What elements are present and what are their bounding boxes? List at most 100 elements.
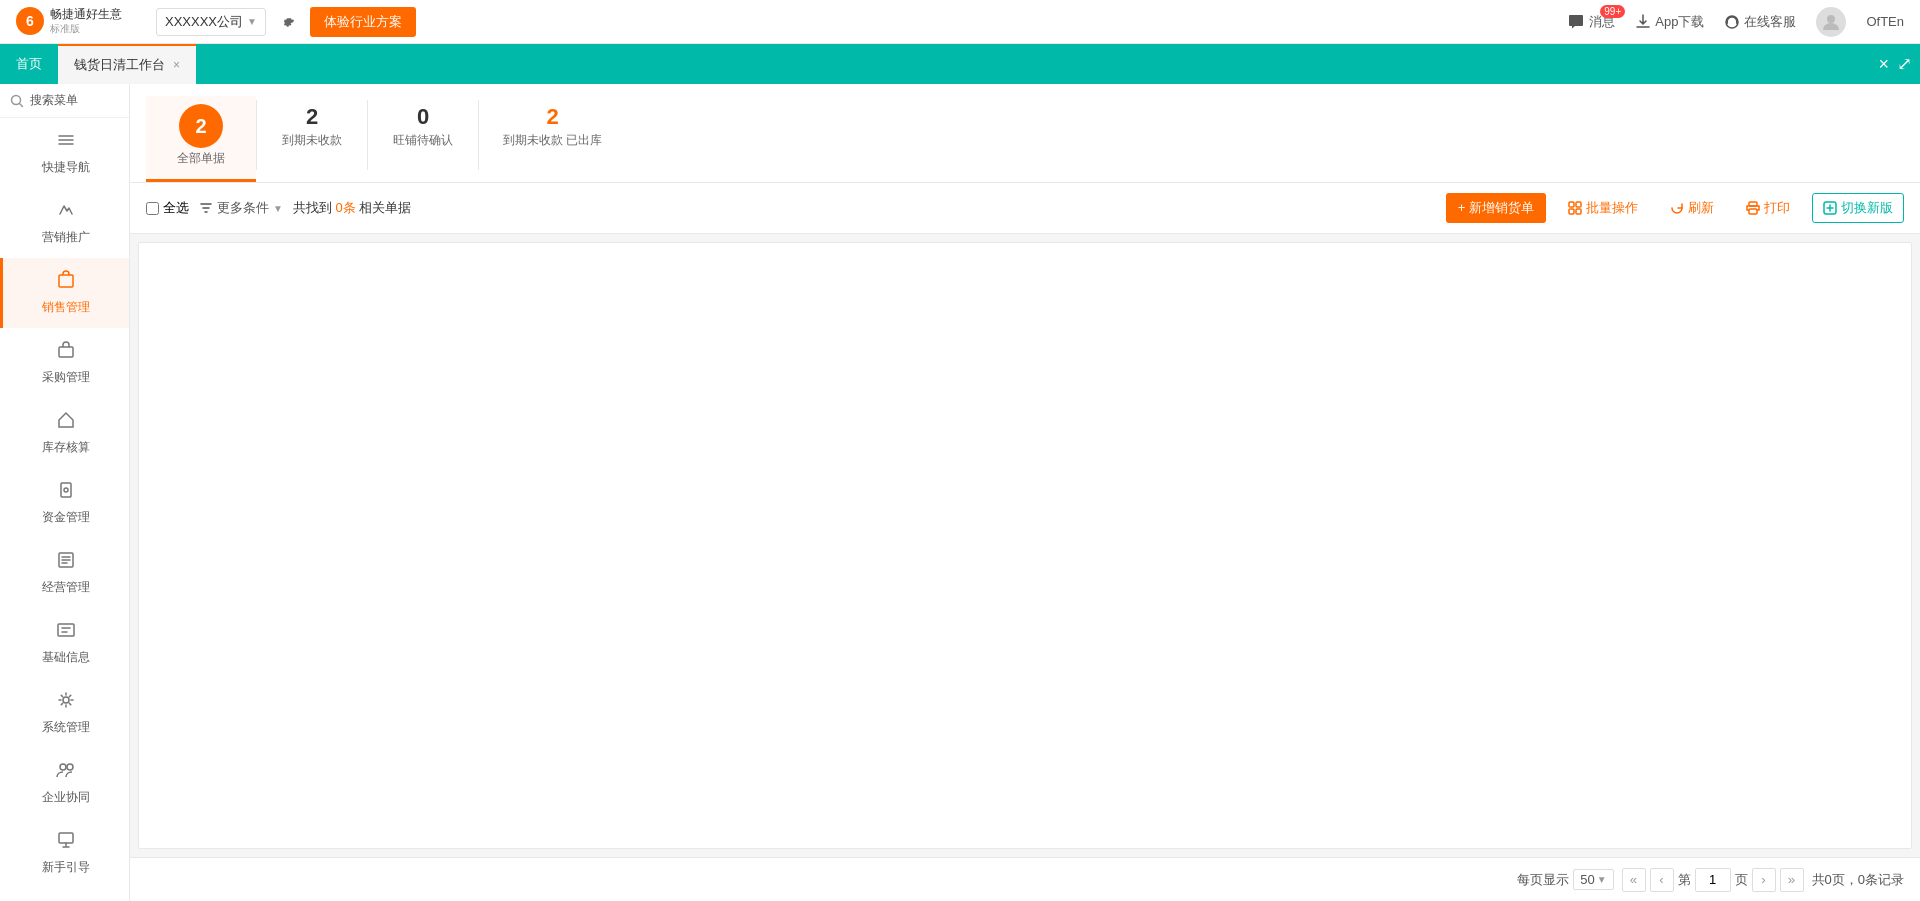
logo-name: 畅捷通好生意: [50, 7, 122, 21]
stat-tab-all[interactable]: 2 全部单据: [146, 96, 256, 182]
print-button[interactable]: 打印: [1736, 194, 1800, 222]
messages-button[interactable]: 消息 99+: [1567, 13, 1615, 31]
batch-icon: [1568, 201, 1582, 215]
stat-tab-wangpu[interactable]: 0 旺铺待确认: [368, 96, 478, 182]
filter-icon: [199, 201, 213, 215]
sidebar-item-app-center[interactable]: 应用中心: [0, 888, 129, 901]
header-right: 消息 99+ App下载 在线客服 OfTEn: [1567, 7, 1904, 37]
user-icon: [1822, 13, 1840, 31]
app-download-button[interactable]: App下载: [1635, 13, 1704, 31]
username-area[interactable]: OfTEn: [1866, 14, 1904, 29]
print-icon: [1746, 201, 1760, 215]
purchase-icon: [56, 340, 76, 365]
svg-rect-7: [61, 483, 71, 497]
svg-rect-20: [1576, 209, 1581, 214]
stat-num-all: 2: [195, 115, 206, 138]
stat-tab-overdue[interactable]: 2 到期未收款: [257, 96, 367, 182]
refresh-icon: [1670, 201, 1684, 215]
sidebar-item-guide[interactable]: 新手引导: [0, 818, 129, 888]
window-maximize-icon[interactable]: ⤢: [1897, 53, 1912, 75]
sidebar-item-purchase[interactable]: 采购管理: [0, 328, 129, 398]
marketing-icon: [56, 200, 76, 225]
stat-num-wangpu: 0: [417, 104, 429, 130]
company-name: XXXXXX公司: [165, 13, 243, 31]
headset-icon: [1724, 14, 1740, 30]
window-close-icon[interactable]: ×: [1878, 54, 1889, 75]
operations-icon: [56, 550, 76, 575]
per-page-label: 每页显示: [1517, 871, 1569, 889]
svg-rect-17: [1569, 202, 1574, 207]
switch-icon: [1823, 201, 1837, 215]
sidebar-item-base-info[interactable]: 基础信息: [0, 608, 129, 678]
settings-button[interactable]: [274, 8, 302, 36]
svg-point-12: [60, 764, 66, 770]
svg-rect-10: [58, 624, 74, 636]
gear-icon: [280, 14, 296, 30]
finance-icon: [56, 480, 76, 505]
sidebar-item-finance[interactable]: 资金管理: [0, 468, 129, 538]
company-selector[interactable]: XXXXXX公司 ▼: [156, 8, 266, 36]
tab-home[interactable]: 首页: [0, 44, 58, 84]
avatar[interactable]: [1816, 7, 1846, 37]
stat-label-wangpu: 旺铺待确认: [393, 132, 453, 149]
filter-button[interactable]: 更多条件 ▼: [199, 199, 283, 217]
prev-page-button[interactable]: ‹: [1650, 868, 1674, 892]
inventory-icon: [56, 410, 76, 435]
tab-active[interactable]: 钱货日清工作台 ×: [58, 44, 196, 84]
stat-label-shipped: 到期未收款 已出库: [503, 132, 602, 149]
total-label: 共0页，0条记录: [1812, 871, 1904, 889]
page-input[interactable]: [1695, 868, 1731, 892]
sidebar-item-sales[interactable]: 销售管理: [0, 258, 129, 328]
page-label: 第: [1678, 871, 1691, 889]
company-dropdown-arrow: ▼: [247, 16, 257, 27]
toolbar-left: 全选 更多条件 ▼ 共找到 0条 相关单据: [146, 199, 411, 217]
switch-version-button[interactable]: 切换新版: [1812, 193, 1904, 223]
svg-rect-5: [59, 275, 73, 287]
svg-point-8: [64, 488, 68, 492]
message-icon: [1567, 13, 1585, 31]
stat-label-overdue: 到期未收款: [282, 132, 342, 149]
toolbar: 全选 更多条件 ▼ 共找到 0条 相关单据 + 新增销货单: [130, 183, 1920, 234]
system-icon: [56, 690, 76, 715]
page-size-arrow: ▼: [1597, 874, 1607, 885]
sidebar-item-label: 资金管理: [42, 509, 90, 526]
quick-nav-icon: [56, 130, 76, 155]
tab-close-icon[interactable]: ×: [173, 59, 180, 71]
sidebar-item-marketing[interactable]: 营销推广: [0, 188, 129, 258]
svg-rect-6: [59, 347, 73, 357]
sidebar-item-label: 库存核算: [42, 439, 90, 456]
stat-num-shipped: 2: [547, 104, 559, 130]
sidebar-item-quick-nav[interactable]: 快捷导航: [0, 118, 129, 188]
stat-label-all: 全部单据: [177, 150, 225, 167]
found-text: 共找到 0条 相关单据: [293, 199, 411, 217]
svg-rect-19: [1569, 209, 1574, 214]
sidebar-item-label: 企业协同: [42, 789, 90, 806]
sidebar-item-system[interactable]: 系统管理: [0, 678, 129, 748]
sidebar-item-enterprise[interactable]: 企业协同: [0, 748, 129, 818]
sidebar-search-button[interactable]: 搜索菜单: [0, 84, 129, 118]
stat-tab-shipped[interactable]: 2 到期未收款 已出库: [479, 96, 626, 182]
batch-operation-button[interactable]: 批量操作: [1558, 194, 1648, 222]
stats-tabs: 2 全部单据 2 到期未收款 0 旺铺待确认 2 到期未收款 已出库: [130, 84, 1920, 183]
download-icon: [1635, 14, 1651, 30]
sidebar-item-operations[interactable]: 经营管理: [0, 538, 129, 608]
sidebar: 搜索菜单 快捷导航 营销推广 销售管理 采购管理: [0, 84, 130, 901]
select-all-checkbox[interactable]: 全选: [146, 199, 189, 217]
checkbox-all[interactable]: [146, 202, 159, 215]
sidebar-item-inventory[interactable]: 库存核算: [0, 398, 129, 468]
sidebar-item-label: 销售管理: [42, 299, 90, 316]
guide-icon: [56, 830, 76, 855]
tab-active-label: 钱货日清工作台: [74, 56, 165, 74]
next-page-button[interactable]: ›: [1752, 868, 1776, 892]
page-size-box[interactable]: 50 ▼: [1573, 869, 1613, 890]
new-order-button[interactable]: + 新增销货单: [1446, 193, 1546, 223]
online-service-button[interactable]: 在线客服: [1724, 13, 1796, 31]
last-page-button[interactable]: »: [1780, 868, 1804, 892]
sidebar-item-label: 新手引导: [42, 859, 90, 876]
svg-point-13: [67, 764, 73, 770]
svg-rect-2: [1736, 21, 1738, 24]
first-page-button[interactable]: «: [1622, 868, 1646, 892]
trial-button[interactable]: 体验行业方案: [310, 7, 416, 37]
tab-home-label: 首页: [16, 55, 42, 73]
refresh-button[interactable]: 刷新: [1660, 194, 1724, 222]
